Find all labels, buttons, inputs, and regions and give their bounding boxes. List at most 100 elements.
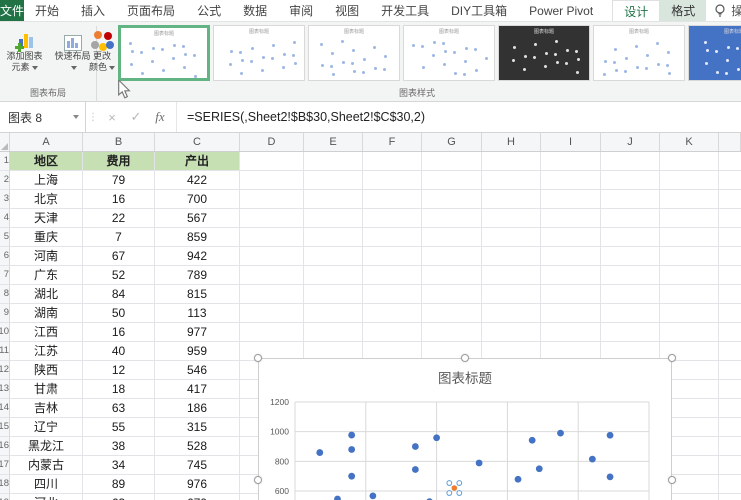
row-header-11[interactable]: 11 [0,342,10,361]
cell-I5[interactable] [541,228,601,247]
cell-K10[interactable] [660,323,719,342]
cell-K2[interactable] [660,171,719,190]
chart-resize-handle[interactable] [668,354,676,362]
cell-G2[interactable] [422,171,482,190]
tab-审阅[interactable]: 审阅 [278,0,324,21]
cell-A19[interactable]: 河北 [10,494,83,500]
cell-B18[interactable]: 89 [83,475,155,494]
cell-F8[interactable] [363,285,422,304]
cell-K9[interactable] [660,304,719,323]
row-header-7[interactable]: 7 [0,266,10,285]
cell-A13[interactable]: 甘肃 [10,380,83,399]
column-header-D[interactable]: D [240,133,304,151]
row-header-8[interactable]: 8 [0,285,10,304]
cell-I6[interactable] [541,247,601,266]
cell-H7[interactable] [482,266,541,285]
cell-B1[interactable]: 费用 [83,152,155,171]
cell-B11[interactable]: 40 [83,342,155,361]
row-header-3[interactable]: 3 [0,190,10,209]
row-header-19[interactable]: 19 [0,494,10,500]
column-header-G[interactable]: G [422,133,482,151]
cell-D4[interactable] [240,209,304,228]
cell-B14[interactable]: 63 [83,399,155,418]
cell-G5[interactable] [422,228,482,247]
cell-D7[interactable] [240,266,304,285]
cell-D9[interactable] [240,304,304,323]
cell-B6[interactable]: 67 [83,247,155,266]
cell-C7[interactable]: 789 [155,266,240,285]
cell-C4[interactable]: 567 [155,209,240,228]
cell-J8[interactable] [601,285,660,304]
row-header-9[interactable]: 9 [0,304,10,323]
cell-F3[interactable] [363,190,422,209]
row-header-5[interactable]: 5 [0,228,10,247]
cell-C10[interactable]: 977 [155,323,240,342]
cell-B7[interactable]: 52 [83,266,155,285]
cell-J2[interactable] [601,171,660,190]
cell-J7[interactable] [601,266,660,285]
tab-file[interactable]: 文件 [0,0,24,21]
column-header-H[interactable]: H [482,133,541,151]
cell-A15[interactable]: 辽宁 [10,418,83,437]
chart[interactable]: 020040060080010001200020406080100 图表标题 [258,358,672,500]
row-header-12[interactable]: 12 [0,361,10,380]
cell-E10[interactable] [304,323,363,342]
cell-I3[interactable] [541,190,601,209]
tab-页面布局[interactable]: 页面布局 [116,0,186,21]
tab-DIY工具箱[interactable]: DIY工具箱 [440,0,518,21]
row-header-1[interactable]: 1 [0,152,10,171]
cell-C13[interactable]: 417 [155,380,240,399]
row-header-2[interactable]: 2 [0,171,10,190]
cell-I4[interactable] [541,209,601,228]
cell-C1[interactable]: 产出 [155,152,240,171]
select-all-corner[interactable] [0,133,10,151]
tab-开始[interactable]: 开始 [24,0,70,21]
cancel-icon[interactable]: × [100,102,124,132]
cell-J9[interactable] [601,304,660,323]
cell-E7[interactable] [304,266,363,285]
cell-J6[interactable] [601,247,660,266]
cell-B19[interactable]: 63 [83,494,155,500]
cell-A12[interactable]: 陕西 [10,361,83,380]
cell-A17[interactable]: 内蒙古 [10,456,83,475]
tab-设计[interactable]: 设计 [612,0,660,21]
enter-icon[interactable]: ✓ [124,102,148,132]
cell-J3[interactable] [601,190,660,209]
column-header-J[interactable]: J [601,133,660,151]
cell-H1[interactable] [482,152,541,171]
cell-E8[interactable] [304,285,363,304]
cell-J4[interactable] [601,209,660,228]
cell-J10[interactable] [601,323,660,342]
cell-C12[interactable]: 546 [155,361,240,380]
cell-A8[interactable]: 湖北 [10,285,83,304]
cell-G3[interactable] [422,190,482,209]
cell-G9[interactable] [422,304,482,323]
cell-B16[interactable]: 38 [83,437,155,456]
cell-J1[interactable] [601,152,660,171]
cell-G1[interactable] [422,152,482,171]
cell-C6[interactable]: 942 [155,247,240,266]
row-header-18[interactable]: 18 [0,475,10,494]
chart-style-1[interactable]: 图表标题 [118,25,210,81]
cell-F10[interactable] [363,323,422,342]
cell-C16[interactable]: 528 [155,437,240,456]
cell-F5[interactable] [363,228,422,247]
cell-F7[interactable] [363,266,422,285]
cell-E9[interactable] [304,304,363,323]
cell-H4[interactable] [482,209,541,228]
row-header-13[interactable]: 13 [0,380,10,399]
cell-B17[interactable]: 34 [83,456,155,475]
cell-C2[interactable]: 422 [155,171,240,190]
cell-A9[interactable]: 湖南 [10,304,83,323]
cell-K6[interactable] [660,247,719,266]
cell-A18[interactable]: 四川 [10,475,83,494]
cell-G4[interactable] [422,209,482,228]
cell-F9[interactable] [363,304,422,323]
tab-格式[interactable]: 格式 [660,0,706,21]
cell-D1[interactable] [240,152,304,171]
cell-A7[interactable]: 广东 [10,266,83,285]
column-header-I[interactable]: I [541,133,601,151]
cell-K3[interactable] [660,190,719,209]
cell-H9[interactable] [482,304,541,323]
tab-Power Pivot[interactable]: Power Pivot [518,0,604,21]
